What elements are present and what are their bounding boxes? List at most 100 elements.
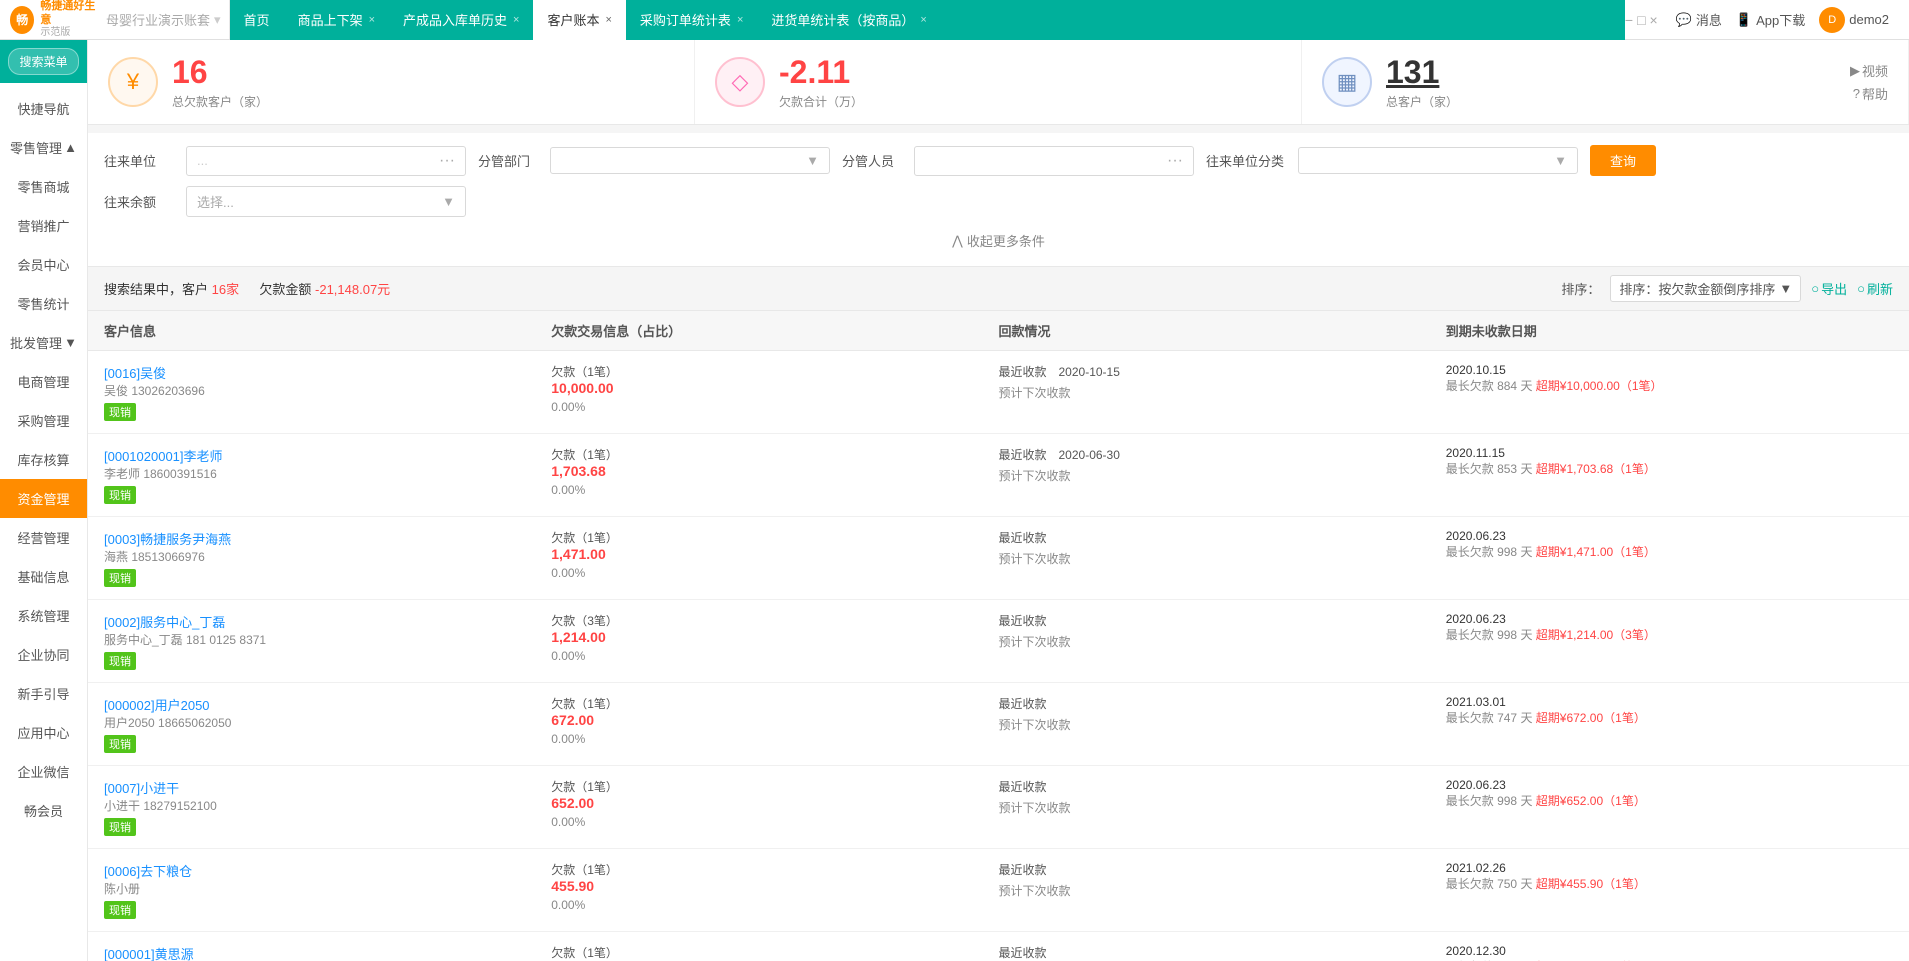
tab-stock-stats[interactable]: 进货单统计表（按商品） × [757,0,940,40]
sidebar-item-new-guide[interactable]: 新手引导 [0,674,87,713]
tab-home[interactable]: 首页 [230,0,284,40]
sidebar-item-ops-mgmt[interactable]: 经营管理 [0,518,87,557]
sidebar-item-finance[interactable]: 资金管理 [0,479,87,518]
dept-select[interactable]: ▼ [550,147,830,174]
cell-customer-info-7: [000001]黄思源 黄思源 13552700226 现销 [104,944,551,961]
logo-icon: 畅 [10,6,34,34]
sidebar-item-marketing[interactable]: 营销推广 [0,206,87,245]
close-button[interactable]: × [1650,12,1658,28]
debt-label-3: 欠款（3笔） [551,612,998,629]
stat-text-total: 131 总客户（家） [1386,54,1458,110]
search-menu-button[interactable]: 搜索菜单 [8,48,79,75]
tab-product-history[interactable]: 产成品入库单历史 × [389,0,533,40]
overdue-amount-5[interactable]: 超期¥652.00（1笔） [1536,794,1646,808]
debt-amount-2[interactable]: 1,471.00 [551,546,998,562]
from-unit-dots-icon: ··· [439,152,455,170]
customer-name-5[interactable]: [0007]小进干 [104,778,551,797]
customer-name-4[interactable]: [000002]用户2050 [104,695,551,714]
refresh-button[interactable]: ○ 刷新 [1857,279,1893,298]
tab-close-product-history[interactable]: × [513,14,519,26]
overdue-amount-3[interactable]: 超期¥1,214.00（3笔） [1536,628,1656,642]
search-button[interactable]: 查询 [1590,145,1656,176]
due-days-4: 最长欠款 747 天 超期¥672.00（1笔） [1446,709,1893,726]
debt-amount-0[interactable]: 10,000.00 [551,380,998,396]
dept-arrow-icon: ▼ [806,153,819,168]
industry-label: 母婴行业演示账套 ▾ [98,0,230,39]
overdue-amount-6[interactable]: 超期¥455.90（1笔） [1536,877,1646,891]
sidebar-item-enterprise-coop[interactable]: 企业协同 [0,635,87,674]
minimize-button[interactable]: − [1625,12,1633,28]
from-unit-input[interactable]: ... ··· [186,146,466,176]
sidebar-item-enterprise-wechat[interactable]: 企业微信 [0,752,87,791]
sidebar-item-purchase-mgmt[interactable]: 采购管理 [0,401,87,440]
cell-debt-info-1: 欠款（1笔） 1,703.68 0.00% [551,446,998,497]
customer-name-2[interactable]: [0003]畅捷服务尹海燕 [104,529,551,548]
debt-amount-4[interactable]: 672.00 [551,712,998,728]
customer-name-7[interactable]: [000001]黄思源 [104,944,551,961]
tab-close-purchase-order[interactable]: × [737,14,743,26]
sidebar-item-quick-nav[interactable]: 快捷导航 [0,89,87,128]
tab-products-off[interactable]: 商品上下架 × [284,0,389,40]
due-days-1: 最长欠款 853 天 超期¥1,703.68（1笔） [1446,460,1893,477]
header-debt-info: 欠款交易信息（占比） [551,321,998,340]
sidebar-item-retail-stats[interactable]: 零售统计 [0,284,87,323]
sidebar-item-system-mgmt[interactable]: 系统管理 [0,596,87,635]
overdue-amount-4[interactable]: 超期¥672.00（1笔） [1536,711,1646,725]
customer-name-3[interactable]: [0002]服务中心_丁磊 [104,612,551,631]
video-button[interactable]: ▶ 视频 [1850,61,1888,80]
debt-amount-5[interactable]: 652.00 [551,795,998,811]
sidebar-item-batch-mgmt[interactable]: 批发管理▼ [0,323,87,362]
debt-total: -21,148.07元 [315,282,390,297]
payment-recent-0: 最近收款 2020-10-15 [999,363,1446,380]
customer-name-6[interactable]: [0006]去下粮仓 [104,861,551,880]
customer-name-0[interactable]: [0016]吴俊 [104,363,551,382]
stat-value-debt: -2.11 [779,54,863,91]
debt-amount-1[interactable]: 1,703.68 [551,463,998,479]
tab-customer-account[interactable]: 客户账本 × [533,0,625,40]
debt-amount-3[interactable]: 1,214.00 [551,629,998,645]
sidebar-item-ecommerce[interactable]: 电商管理 [0,362,87,401]
balance-select[interactable]: 选择... ▼ [186,186,466,217]
help-button[interactable]: ? 帮助 [1853,84,1888,103]
sidebar-item-retail-store[interactable]: 零售商城 [0,167,87,206]
filter-row-2: 往来余额 选择... ▼ [104,186,1893,217]
overdue-amount-2[interactable]: 超期¥1,471.00（1笔） [1536,545,1656,559]
app-download-button[interactable]: 📱 App下载 [1736,10,1805,29]
sidebar-item-member-center[interactable]: 会员中心 [0,245,87,284]
person-input[interactable]: ··· [914,146,1194,176]
person-dots-icon: ··· [1167,152,1183,170]
overdue-amount-0[interactable]: 超期¥10,000.00（1笔） [1536,379,1663,393]
user-avatar-button[interactable]: D demo2 [1819,7,1889,33]
app-header: 畅 畅捷通好生意 示范版 母婴行业演示账套 ▾ 首页 商品上下架 × 产成品入库… [0,0,1909,40]
table-row: [000002]用户2050 用户2050 18665062050 现销 欠款（… [88,683,1909,766]
table-row: [0006]去下粮仓 陈小册 现销 欠款（1笔） 455.90 0.00% 最近… [88,849,1909,932]
export-button[interactable]: ○ 导出 [1811,279,1847,298]
cell-customer-info-4: [000002]用户2050 用户2050 18665062050 现销 [104,695,551,753]
cell-payment-7: 最近收款 预计下次收款 [999,944,1446,961]
person-label: 分管人员 [842,151,902,170]
sidebar-item-vip-member[interactable]: 畅会员 [0,791,87,830]
tab-close-customer-account[interactable]: × [605,14,611,26]
sort-select[interactable]: 排序：按欠款金额倒序排序 ▼ [1610,275,1801,302]
sidebar-item-retail-mgmt[interactable]: 零售管理▲ [0,128,87,167]
table-row: [0007]小进干 小进干 18279152100 现销 欠款（1笔） 652.… [88,766,1909,849]
customer-name-1[interactable]: [0001020001]李老师 [104,446,551,465]
tab-purchase-order[interactable]: 采购订单统计表 × [626,0,757,40]
debt-label-5: 欠款（1笔） [551,778,998,795]
debt-amount-6[interactable]: 455.90 [551,878,998,894]
sidebar-item-app-center[interactable]: 应用中心 [0,713,87,752]
payment-recent-1: 最近收款 2020-06-30 [999,446,1446,463]
sidebar-item-inventory[interactable]: 库存核算 [0,440,87,479]
unit-category-select[interactable]: ▼ [1298,147,1578,174]
sidebar-item-basic-info[interactable]: 基础信息 [0,557,87,596]
collapse-button[interactable]: ⋀ 收起更多条件 [948,227,1049,254]
maximize-button[interactable]: □ [1637,12,1645,28]
message-button[interactable]: 💬 消息 [1676,10,1722,29]
tab-close-products-off[interactable]: × [369,14,375,26]
customer-tag-5: 现销 [104,818,136,836]
due-days-2: 最长欠款 998 天 超期¥1,471.00（1笔） [1446,543,1893,560]
overdue-amount-1[interactable]: 超期¥1,703.68（1笔） [1536,462,1656,476]
collapse-icon: ⋀ [952,233,963,249]
header-controls: − □ × [1625,12,1666,28]
tab-close-stock-stats[interactable]: × [920,14,926,26]
